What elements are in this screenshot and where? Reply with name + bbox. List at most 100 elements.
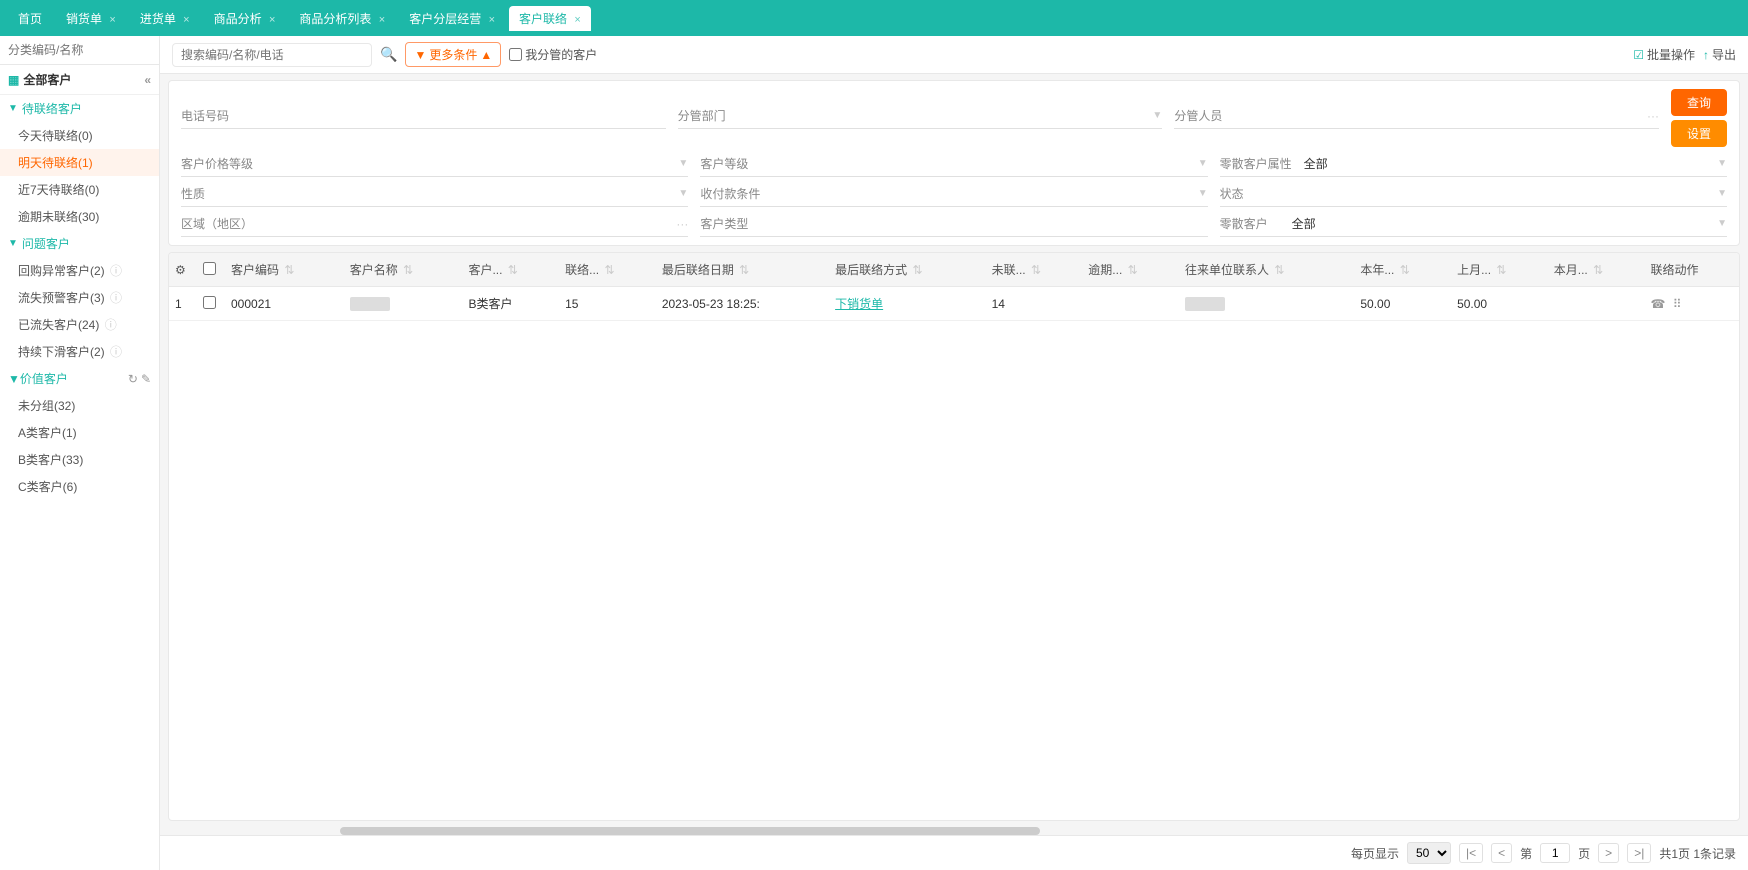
sidebar-item-c-class[interactable]: C类客户(6) — [0, 473, 159, 500]
nav-sales-order[interactable]: 销货单 × — [56, 6, 126, 31]
sidebar-item-today[interactable]: 今天待联络(0) — [0, 122, 159, 149]
th-checkbox[interactable] — [197, 253, 225, 287]
nav-purchase-order[interactable]: 进货单 × — [130, 6, 200, 31]
filter-dept-field: 分管部门 ▼ — [678, 107, 1163, 129]
payment-chevron-icon: ▼ — [1198, 188, 1208, 199]
td-last-contact-method[interactable]: 下销货单 — [829, 287, 986, 321]
nav-customer-contact[interactable]: 客户联络 × — [509, 6, 591, 31]
filter-right-actions: ☑ 批量操作 ↑ 导出 — [1633, 46, 1736, 63]
th-this-month[interactable]: 本月... ⇅ — [1548, 253, 1645, 287]
problem-group-title[interactable]: ▼ 问题客户 — [0, 230, 159, 257]
all-customers-header: ▦ 全部客户 « — [0, 65, 159, 95]
sidebar-item-churn-warning[interactable]: 流失预警客户(3) ⓘ — [0, 284, 159, 311]
manager-more-icon[interactable]: ··· — [1647, 109, 1659, 123]
th-last-contact-method[interactable]: 最后联络方式 ⇅ — [829, 253, 986, 287]
pending-group-title[interactable]: ▼ 待联络客户 — [0, 95, 159, 122]
pending-arrow-icon: ▼ — [8, 103, 18, 114]
scrollbar-thumb[interactable] — [340, 827, 1040, 835]
th-contact-count[interactable]: 联络... ⇅ — [559, 253, 656, 287]
close-purchase-order-icon[interactable]: × — [183, 14, 189, 26]
sidebar-item-a-class[interactable]: A类客户(1) — [0, 419, 159, 446]
th-settings[interactable]: ⚙ — [169, 253, 197, 287]
sidebar-item-b-class[interactable]: B类客户(33) — [0, 446, 159, 473]
edit-icon[interactable]: ✎ — [141, 372, 151, 386]
close-customer-layered-icon[interactable]: × — [489, 14, 495, 26]
filter-area-label: 区域（地区） — [181, 215, 253, 232]
th-last-month[interactable]: 上月... ⇅ — [1451, 253, 1548, 287]
value-group-title[interactable]: ▼ 价值客户 ↻ ✎ — [0, 365, 159, 392]
batch-operation-button[interactable]: ☑ 批量操作 — [1633, 46, 1695, 63]
filter-price-level-label: 客户价格等级 — [181, 155, 253, 172]
nav-product-analysis-list[interactable]: 商品分析列表 × — [289, 6, 395, 31]
reset-button[interactable]: 设置 — [1671, 120, 1727, 147]
contact-method-link[interactable]: 下销货单 — [835, 297, 883, 311]
search-button[interactable]: 🔍 — [380, 46, 397, 63]
close-customer-contact-icon[interactable]: × — [574, 14, 580, 26]
sidebar-item-declining[interactable]: 持续下滑客户(2) ⓘ — [0, 338, 159, 365]
query-button[interactable]: 查询 — [1671, 89, 1727, 116]
next-page-button[interactable]: > — [1598, 843, 1619, 863]
sidebar-item-7days[interactable]: 近7天待联络(0) — [0, 176, 159, 203]
td-name[interactable]: Ea — [344, 287, 463, 321]
last-page-button[interactable]: >| — [1627, 843, 1651, 863]
chevron-up-icon: ▲ — [480, 48, 492, 62]
page-label: 第 — [1520, 845, 1532, 862]
nav-home[interactable]: 首页 — [8, 6, 52, 31]
td-checkbox[interactable] — [197, 287, 225, 321]
td-this-month — [1548, 287, 1645, 321]
year-sort-icon: ⇅ — [1400, 263, 1410, 277]
sidebar-item-tomorrow[interactable]: 明天待联络(1) — [0, 149, 159, 176]
grid-icon: ▦ — [8, 73, 19, 87]
customer-table: ⚙ 客户编码 ⇅ 客户名称 ⇅ 客户... ⇅ — [169, 253, 1739, 321]
info-icon-declining: ⓘ — [110, 345, 122, 359]
per-page-select[interactable]: 50 — [1407, 842, 1451, 864]
value-arrow-icon: ▼ — [8, 372, 20, 386]
select-all-checkbox[interactable] — [203, 262, 216, 275]
total-record-label: 共1页 1条记录 — [1659, 845, 1736, 862]
action-phone-icon[interactable]: ☎ — [1650, 297, 1665, 311]
close-product-analysis-icon[interactable]: × — [269, 14, 275, 26]
sidebar: 🔍 ▦ 全部客户 « ▼ 待联络客户 今天待联络(0) 明天待联络(1) 近7天… — [0, 36, 160, 870]
th-this-year[interactable]: 本年... ⇅ — [1354, 253, 1451, 287]
filter-phone-field: 电话号码 — [181, 107, 666, 129]
nav-product-analysis[interactable]: 商品分析 × — [204, 6, 286, 31]
price-level-chevron-icon: ▼ — [678, 158, 688, 169]
page-number-input[interactable] — [1540, 843, 1570, 863]
th-contact-person[interactable]: 往来单位联系人 ⇅ — [1179, 253, 1354, 287]
sidebar-item-overdue[interactable]: 逾期未联络(30) — [0, 203, 159, 230]
sidebar-search-input[interactable] — [8, 43, 160, 57]
td-action[interactable]: ☎ ⠿ — [1644, 287, 1739, 321]
th-overdue[interactable]: 逾期... ⇅ — [1082, 253, 1179, 287]
refresh-icon[interactable]: ↻ — [128, 372, 138, 386]
th-customer-type[interactable]: 客户... ⇅ — [462, 253, 559, 287]
more-conditions-button[interactable]: ▼ 更多条件 ▲ — [405, 42, 501, 67]
row-checkbox[interactable] — [203, 296, 216, 309]
area-more-icon[interactable]: ··· — [676, 217, 688, 231]
close-product-analysis-list-icon[interactable]: × — [379, 14, 385, 26]
th-name[interactable]: 客户名称 ⇅ — [344, 253, 463, 287]
export-button[interactable]: ↑ 导出 — [1703, 46, 1736, 63]
search-input[interactable] — [172, 43, 372, 67]
filter-customer-type-label: 客户类型 — [700, 215, 760, 232]
date-sort-icon: ⇅ — [739, 263, 749, 277]
th-uncontacted[interactable]: 未联... ⇅ — [986, 253, 1083, 287]
action-more-icon[interactable]: ⠿ — [1673, 297, 1682, 311]
prev-page-button[interactable]: < — [1491, 843, 1512, 863]
filter-payment-label: 收付款条件 — [700, 185, 760, 202]
sidebar-item-ungrouped[interactable]: 未分组(32) — [0, 392, 159, 419]
th-last-contact-date[interactable]: 最后联络日期 ⇅ — [656, 253, 829, 287]
collapse-icon[interactable]: « — [144, 73, 151, 87]
filter-row-3: 性质 ▼ 收付款条件 ▼ 状态 ▼ — [181, 185, 1727, 207]
th-code[interactable]: 客户编码 ⇅ — [225, 253, 344, 287]
horizontal-scrollbar[interactable] — [160, 827, 1748, 835]
my-customers-check[interactable] — [509, 48, 522, 61]
my-customers-checkbox[interactable]: 我分管的客户 — [509, 46, 597, 63]
sidebar-item-abnormal[interactable]: 回购异常客户(2) ⓘ — [0, 257, 159, 284]
td-code: 000021 — [225, 287, 344, 321]
pagination-bar: 每页显示 50 |< < 第 页 > >| 共1页 1条记录 — [160, 835, 1748, 870]
nav-customer-layered[interactable]: 客户分层经营 × — [399, 6, 505, 31]
retail-customer-value: 全部 — [1292, 215, 1316, 232]
sidebar-item-churned[interactable]: 已流失客户(24) ⓘ — [0, 311, 159, 338]
first-page-button[interactable]: |< — [1459, 843, 1483, 863]
close-sales-order-icon[interactable]: × — [109, 14, 115, 26]
